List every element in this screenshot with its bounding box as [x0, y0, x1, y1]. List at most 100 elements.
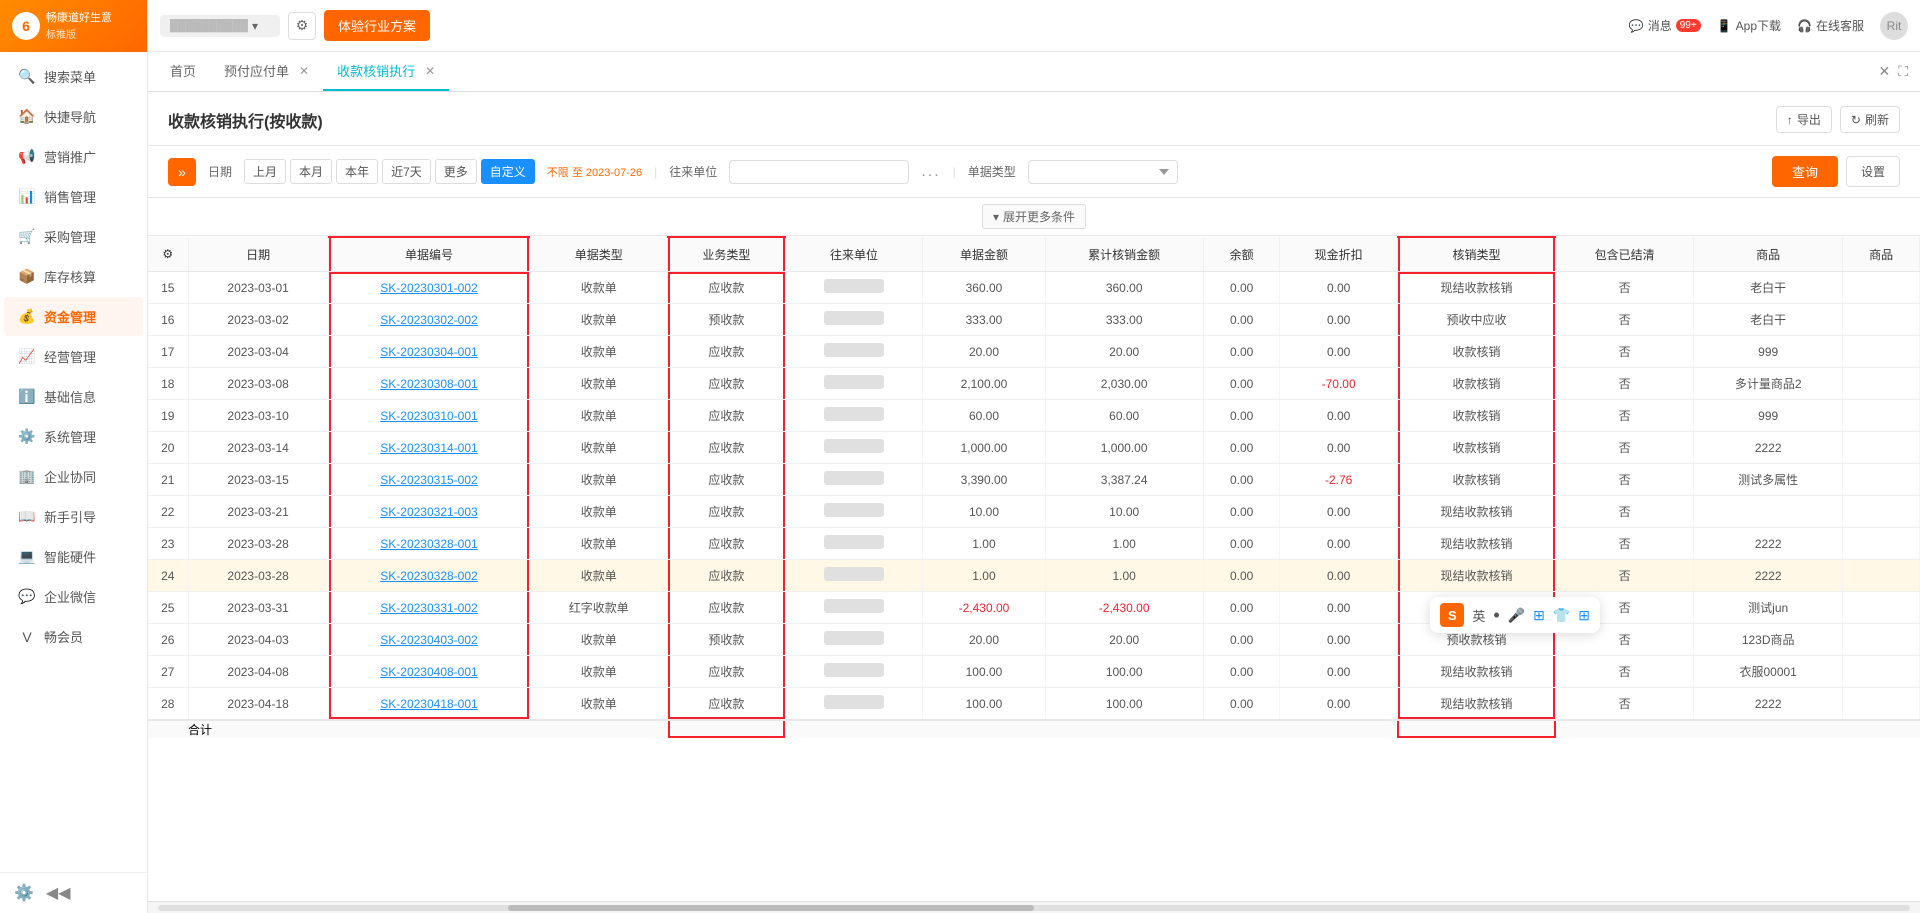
row-bill-type: 收款单 — [530, 496, 668, 528]
industry-solution-button[interactable]: 体验行业方案 — [324, 10, 430, 41]
row-bill-no[interactable]: SK-20230331-002 — [328, 592, 530, 624]
last-month-button[interactable]: 上月 — [244, 159, 286, 184]
gear-button[interactable]: ⚙ — [288, 12, 316, 40]
row-bill-no[interactable]: SK-20230308-001 — [328, 368, 530, 400]
data-table-wrapper[interactable]: ⚙ 日期 单据编号 单据类型 业务类型 往来单位 单据金额 累计核销金额 余额 … — [148, 236, 1920, 901]
sidebar-item-label: 快捷导航 — [44, 107, 96, 126]
expand-more-button[interactable]: ▾ 展开更多条件 — [982, 204, 1086, 229]
row-no: 17 — [148, 336, 188, 368]
online-service-button[interactable]: 🎧 在线客服 — [1797, 17, 1864, 34]
filter-toggle-button[interactable]: » — [168, 158, 196, 186]
row-bill-no[interactable]: SK-20230328-002 — [328, 560, 530, 592]
sidebar-item-enterprise[interactable]: 🏢 企业协同 — [4, 457, 143, 496]
app-download-button[interactable]: 📱 App下载 — [1717, 17, 1781, 34]
unit-filter-input[interactable] — [729, 160, 909, 184]
row-unit — [785, 560, 923, 592]
sidebar-item-guide[interactable]: 📖 新手引导 — [4, 497, 143, 536]
row-unit — [785, 272, 923, 304]
sidebar-item-inventory[interactable]: 📦 库存核算 — [4, 257, 143, 296]
online-service-label: 在线客服 — [1816, 17, 1864, 34]
row-product2 — [1843, 656, 1920, 688]
table-settings-icon[interactable]: ⚙ — [162, 247, 173, 261]
horizontal-scrollbar[interactable] — [148, 901, 1920, 913]
messages-button[interactable]: 💬 消息 99+ — [1629, 17, 1701, 34]
tab-collection-writeoff[interactable]: 收款核销执行 ✕ — [323, 52, 449, 91]
sidebar-item-system[interactable]: ⚙️ 系统管理 — [4, 417, 143, 456]
filter-separator: | — [654, 165, 657, 179]
bill-type-select[interactable] — [1028, 160, 1178, 184]
tab-prepay-order[interactable]: 预付应付单 ✕ — [210, 52, 323, 91]
sidebar-item-quick-nav[interactable]: 🏠 快捷导航 — [4, 97, 143, 136]
export-label: 导出 — [1797, 111, 1821, 128]
row-balance: 0.00 — [1203, 304, 1280, 336]
row-bill-no[interactable]: SK-20230403-002 — [328, 624, 530, 656]
filter-settings-button[interactable]: 设置 — [1846, 156, 1900, 187]
row-writeoff-amount: 60.00 — [1045, 400, 1203, 432]
export-button[interactable]: ↑ 导出 — [1776, 106, 1832, 133]
footer-amount — [923, 720, 1045, 738]
ime-text-icon[interactable]: 英 — [1472, 606, 1485, 625]
row-writeoff-amount: 360.00 — [1045, 272, 1203, 304]
sidebar-item-hardware[interactable]: 💻 智能硬件 — [4, 537, 143, 576]
row-balance: 0.00 — [1203, 560, 1280, 592]
sidebar-item-wechat[interactable]: 💬 企业微信 — [4, 577, 143, 616]
sidebar-item-search[interactable]: 🔍 搜索菜单 — [4, 57, 143, 96]
row-bill-no[interactable]: SK-20230321-003 — [328, 496, 530, 528]
tab-home[interactable]: 首页 — [156, 52, 210, 91]
sidebar-item-sales[interactable]: 📊 销售管理 — [4, 177, 143, 216]
last-7days-button[interactable]: 近7天 — [382, 159, 431, 184]
sidebar-item-marketing[interactable]: 📢 营销推广 — [4, 137, 143, 176]
sidebar-footer: ⚙️ ◀◀ — [0, 872, 147, 913]
header-workspace-dropdown[interactable]: ██████████ ▾ — [160, 15, 280, 37]
user-avatar[interactable]: Rit — [1880, 12, 1908, 40]
sidebar-item-operations[interactable]: 📈 经营管理 — [4, 337, 143, 376]
row-bill-no[interactable]: SK-20230408-001 — [328, 656, 530, 688]
row-balance: 0.00 — [1203, 336, 1280, 368]
footer-collapse-icon[interactable]: ◀◀ — [46, 883, 71, 903]
ime-shirt-icon[interactable]: 👕 — [1553, 607, 1570, 624]
custom-date-button[interactable]: 自定义 — [481, 159, 535, 184]
filter-more-icon[interactable]: ... — [921, 163, 940, 181]
row-bill-type: 收款单 — [530, 368, 668, 400]
row-bill-no[interactable]: SK-20230310-001 — [328, 400, 530, 432]
col-settings-header[interactable]: ⚙ — [148, 237, 188, 272]
row-product: 衣服00001 — [1694, 656, 1843, 688]
row-cash-discount: 0.00 — [1280, 432, 1397, 464]
row-bill-no[interactable]: SK-20230328-001 — [328, 528, 530, 560]
row-date: 2023-03-01 — [188, 272, 328, 304]
row-product: 测试多属性 — [1694, 464, 1843, 496]
row-writeoff-amount: 1.00 — [1045, 560, 1203, 592]
this-year-button[interactable]: 本年 — [336, 159, 378, 184]
row-balance: 0.00 — [1203, 432, 1280, 464]
wechat-icon: 💬 — [18, 588, 36, 606]
sidebar-item-basic[interactable]: ℹ️ 基础信息 — [4, 377, 143, 416]
sidebar-item-purchase[interactable]: 🛒 采购管理 — [4, 217, 143, 256]
this-month-button[interactable]: 本月 — [290, 159, 332, 184]
sidebar-item-finance[interactable]: 💰 资金管理 — [4, 297, 143, 336]
refresh-button[interactable]: ↻ 刷新 — [1840, 106, 1900, 133]
row-product2 — [1843, 560, 1920, 592]
scrollbar-track[interactable] — [158, 905, 1910, 911]
ime-grid-icon[interactable]: ⊞ — [1578, 607, 1590, 624]
row-bill-no[interactable]: SK-20230304-001 — [328, 336, 530, 368]
sidebar-item-member[interactable]: V 畅会员 — [4, 617, 143, 656]
row-balance: 0.00 — [1203, 272, 1280, 304]
ime-keyboard-icon[interactable]: ⊞ — [1533, 607, 1545, 624]
maximize-icon[interactable]: ⛶ — [1898, 63, 1908, 80]
row-bill-no[interactable]: SK-20230418-001 — [328, 688, 530, 721]
row-bill-no[interactable]: SK-20230315-002 — [328, 464, 530, 496]
close-tab-icon[interactable]: ✕ — [1878, 63, 1890, 80]
row-cash-discount: 0.00 — [1280, 624, 1397, 656]
unit-filter-label: 往来单位 — [669, 163, 717, 180]
row-bill-no[interactable]: SK-20230301-002 — [328, 272, 530, 304]
query-button[interactable]: 查询 — [1772, 156, 1838, 187]
footer-settings-icon[interactable]: ⚙️ — [14, 883, 34, 903]
tab-close-prepay-icon[interactable]: ✕ — [299, 64, 309, 78]
ime-mic-icon[interactable]: 🎤 — [1508, 607, 1525, 624]
scrollbar-thumb[interactable] — [508, 905, 1034, 911]
row-bill-no[interactable]: SK-20230302-002 — [328, 304, 530, 336]
more-date-button[interactable]: 更多 — [435, 159, 477, 184]
ime-dot-icon[interactable]: • — [1493, 605, 1499, 626]
row-bill-no[interactable]: SK-20230314-001 — [328, 432, 530, 464]
tab-close-writeoff-icon[interactable]: ✕ — [425, 64, 435, 78]
